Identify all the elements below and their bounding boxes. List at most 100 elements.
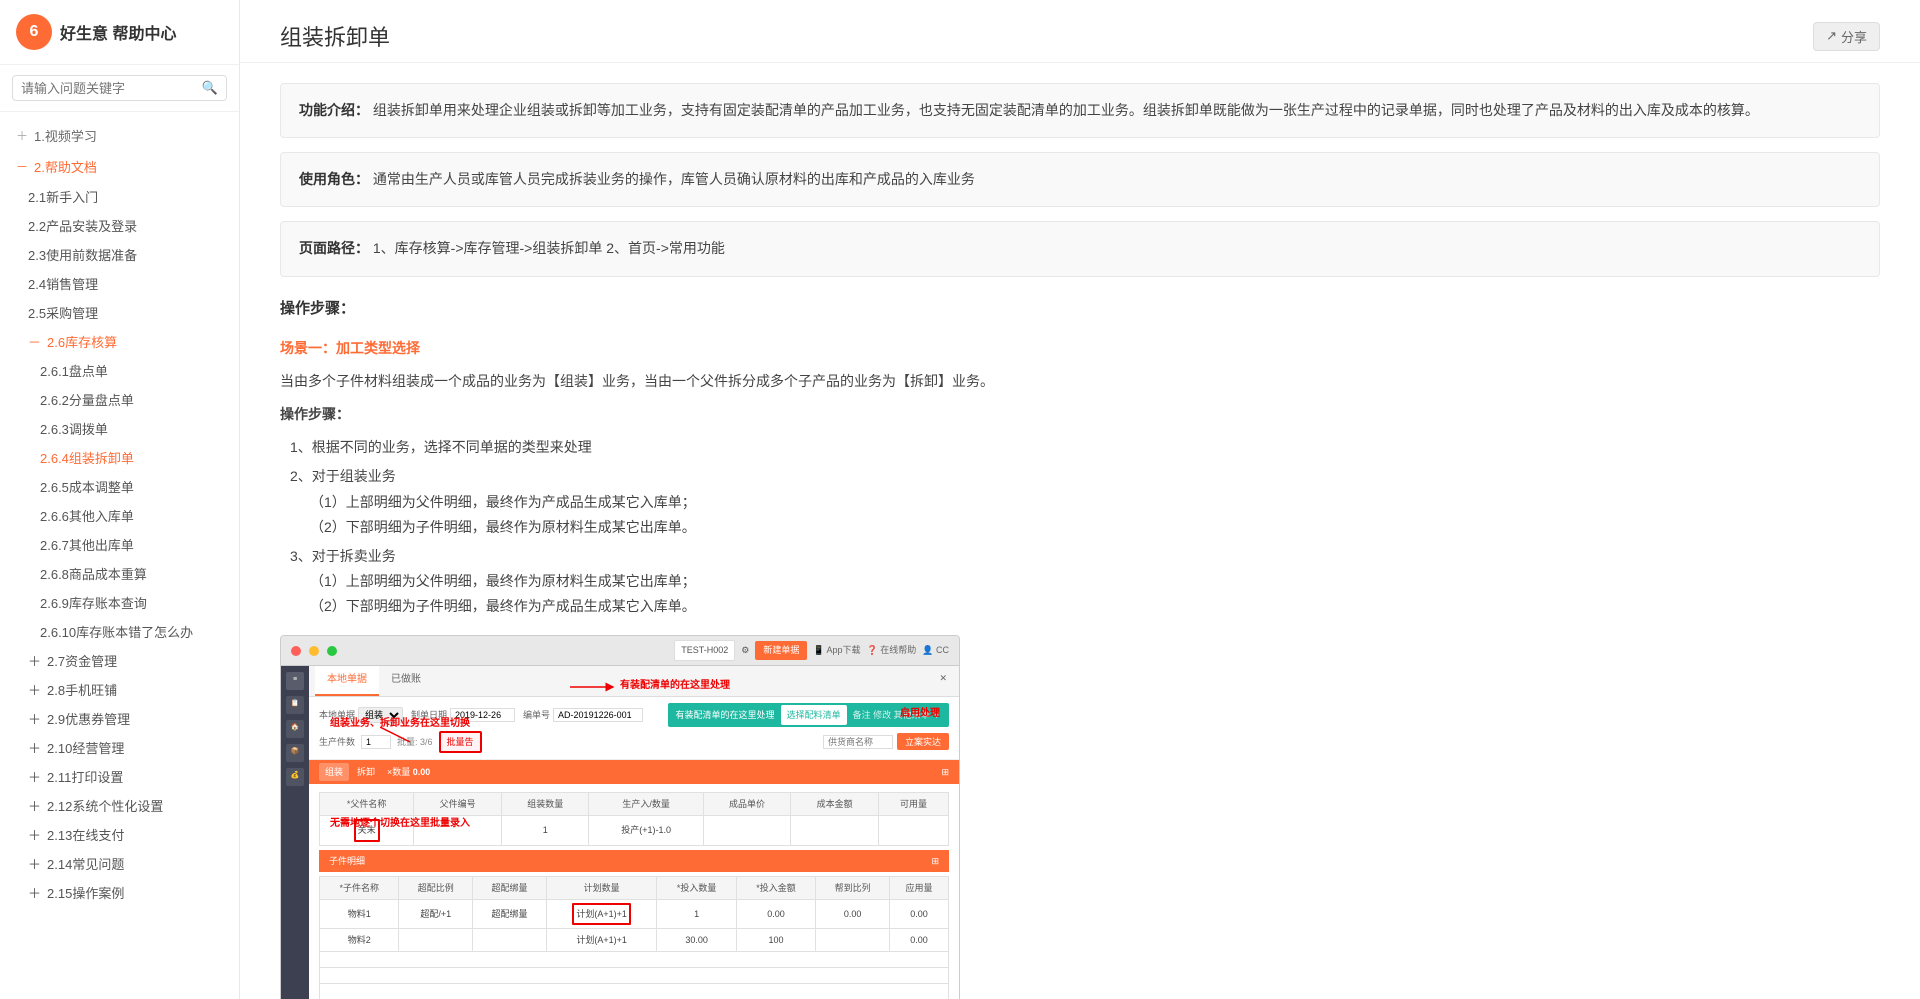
sidebar-item-cases[interactable]: ＋ 2.15操作案例 xyxy=(0,878,239,907)
mock-type-select[interactable]: 组装 拆卸 xyxy=(358,707,403,723)
mock-date-label: 制单日期 xyxy=(411,707,447,723)
mock-right-actions: ⊞ xyxy=(941,764,949,780)
mock-th-cost: 成本金额 xyxy=(791,793,879,816)
mock-tab-close[interactable]: ✕ xyxy=(933,666,953,696)
mock-th-over-ratio: 超配比例 xyxy=(399,876,473,899)
sidebar-item-inv-ledger[interactable]: 2.6.9库存账本查询 xyxy=(0,588,239,617)
sidebar-item-print[interactable]: ＋ 2.11打印设置 xyxy=(0,762,239,791)
sidebar-item-operations[interactable]: ＋ 2.10经营管理 xyxy=(0,733,239,762)
mock-tab-done[interactable]: 已做账 xyxy=(379,666,433,696)
mock-type-hint: ×数量 0.00 xyxy=(387,764,430,780)
search-icon[interactable]: 🔍 xyxy=(202,80,218,96)
plus-icon-5: ＋ xyxy=(28,738,41,757)
sidebar-item-purchase[interactable]: 2.5采购管理 xyxy=(0,298,239,327)
mock-td-name: 关末 xyxy=(320,816,414,845)
sidebar-item-other-in[interactable]: 2.6.6其他入库单 xyxy=(0,501,239,530)
plus-icon: ＋ xyxy=(16,127,28,144)
plus-icon-7: ＋ xyxy=(28,796,41,815)
sidebar-item-mobile[interactable]: ＋ 2.8手机旺铺 xyxy=(0,675,239,704)
sidebar-item-install[interactable]: 2.2产品安装及登录 xyxy=(0,211,239,240)
table-row: 关末 1 投产(+1)-1.0 xyxy=(320,816,949,845)
mock-no-label: 编单号 xyxy=(523,707,550,723)
sidebar-item-stocktake[interactable]: 2.6.1盘点单 xyxy=(0,356,239,385)
mock-no-input[interactable] xyxy=(553,708,643,722)
sidebar-item-sales[interactable]: 2.4销售管理 xyxy=(0,269,239,298)
role-label: 使用角色： xyxy=(299,171,369,187)
sidebar-item-cost-adj[interactable]: 2.6.5成本调整单 xyxy=(0,472,239,501)
sidebar-item-faq[interactable]: ＋ 2.14常见问题 xyxy=(0,849,239,878)
sidebar-item-online-pay[interactable]: ＋ 2.13在线支付 xyxy=(0,820,239,849)
step-2-1: （1）上部明细为父件明细，最终作为产成品生成某它入库单； xyxy=(290,490,1880,515)
mock-th-parent-no: 父件编号 xyxy=(414,793,502,816)
steps-heading: 操作步骤： xyxy=(280,402,1880,427)
share-button[interactable]: ↗ 分享 xyxy=(1813,22,1880,51)
plus-icon-2: ＋ xyxy=(28,651,41,670)
minus-icon-2: － xyxy=(28,332,41,351)
mock-banner-text: 有装配清单的在这里处理 xyxy=(676,707,775,723)
mock-th-child-name: *子件名称 xyxy=(320,876,399,899)
mock-td-assy-qty: 1 xyxy=(501,816,589,845)
table-row: 物料1 超配/+1 超配绑量 计划(A+1)+1 1 0.00 0.00 xyxy=(320,899,949,928)
role-text: 通常由生产人员或库管人员完成拆装业务的操作，库管人员确认原材料的出库和产成品的入… xyxy=(373,171,975,187)
mock-sidebar-icon-3: 🏠 xyxy=(286,720,304,738)
mock-td-prod-qty: 投产(+1)-1.0 xyxy=(589,816,703,845)
mock-child-header: 子件明细 ⊞ xyxy=(319,850,949,872)
sidebar-item-coupon[interactable]: ＋ 2.9优惠券管理 xyxy=(0,704,239,733)
mock-th-prod-qty: 生产入/数量 xyxy=(589,793,703,816)
mock-child-td-over1: 超配/+1 xyxy=(399,899,473,928)
mock-plan1-highlighted: 计划(A+1)+1 xyxy=(572,903,631,925)
plus-icon-3: ＋ xyxy=(28,680,41,699)
page-title: 组装拆卸单 xyxy=(280,20,390,52)
mock-confirm-btn[interactable]: 立案实达 xyxy=(897,733,949,750)
sidebar-item-docs[interactable]: － 2.帮助文档 xyxy=(0,151,239,182)
sidebar-item-finance[interactable]: ＋ 2.7资金管理 xyxy=(0,646,239,675)
scenario-1-desc: 当由多个子件材料组装成一个成品的业务为【组装】业务，当由一个父件拆分成多个子产品… xyxy=(280,369,1880,394)
mock-child-table-area: *子件名称 超配比例 超配绑量 计划数量 *投入数量 *投入金额 帮到比列 应用… xyxy=(309,876,959,999)
mock-type-field: 本地单据 组装 拆卸 xyxy=(319,707,403,723)
step-3-1: （1）上部明细为父件明细，最终作为原材料生成某它出库单； xyxy=(290,569,1880,594)
mock-td-cost xyxy=(791,816,879,845)
mock-new-doc-btn[interactable]: 新建单据 xyxy=(755,641,807,659)
path-label: 页面路径： xyxy=(299,240,369,256)
plus-icon-9: ＋ xyxy=(28,854,41,873)
intro-text: 组装拆卸单用来处理企业组装或拆卸等加工业务，支持有固定装配清单的产品加工业务，也… xyxy=(373,102,1759,118)
mock-qty-highlight: 批量告 xyxy=(439,731,482,753)
mock-app-body: ≡ 📋 🏠 📦 💰 本地单据 已做账 ✕ xyxy=(281,666,959,999)
mock-child-expand[interactable]: ⊞ xyxy=(931,853,939,869)
mock-banner-btn[interactable]: 选择配料清单 xyxy=(781,705,847,725)
sidebar-item-beginner[interactable]: 2.1新手入门 xyxy=(0,182,239,211)
mock-child-td-bind2 xyxy=(473,929,547,952)
mock-parent-table-area: *父件名称 父件编号 组装数量 生产入/数量 成品单价 成本金额 可用量 xyxy=(309,784,959,849)
sidebar-item-other-out[interactable]: 2.6.7其他出库单 xyxy=(0,530,239,559)
mock-th-over-bind-qty: 超配绑量 xyxy=(473,876,547,899)
mock-child-td-bind1: 超配绑量 xyxy=(473,899,547,928)
path-text: 1、库存核算->库存管理->组装拆卸单 2、首页->常用功能 xyxy=(373,240,725,256)
mock-qty-label: 生产件数 xyxy=(319,734,355,750)
sidebar-item-system[interactable]: ＋ 2.12系统个性化设置 xyxy=(0,791,239,820)
step-2-2: （2）下部明细为子件明细，最终作为原材料生成某它出库单。 xyxy=(290,515,1880,540)
mock-action-expand[interactable]: ⊞ xyxy=(941,764,949,780)
sidebar-item-data-prep[interactable]: 2.3使用前数据准备 xyxy=(0,240,239,269)
search-input[interactable] xyxy=(21,81,202,96)
sidebar-item-inventory[interactable]: － 2.6库存核算 xyxy=(0,327,239,356)
sidebar-item-cost-recalc[interactable]: 2.6.8商品成本重算 xyxy=(0,559,239,588)
info-block-intro: 功能介绍： 组装拆卸单用来处理企业组装或拆卸等加工业务，支持有固定装配清单的产品… xyxy=(280,83,1880,138)
content-area: 功能介绍： 组装拆卸单用来处理企业组装或拆卸等加工业务，支持有固定装配清单的产品… xyxy=(240,63,1920,999)
mock-row2: 生产件数 批量: 3/6 批量告 立案实达 xyxy=(319,731,949,753)
sidebar-item-partial-stocktake[interactable]: 2.6.2分量盘点单 xyxy=(0,385,239,414)
mock-type-assembly[interactable]: 组装 xyxy=(319,763,349,781)
mock-date-input[interactable] xyxy=(450,708,515,722)
mock-qty-input[interactable] xyxy=(361,735,391,749)
table-row xyxy=(320,952,949,968)
mock-sidebar-icon-4: 📦 xyxy=(286,744,304,762)
sidebar-item-transfer[interactable]: 2.6.3调拨单 xyxy=(0,414,239,443)
mock-th-unit-price: 成品单价 xyxy=(703,793,791,816)
mock-th-help-ratio: 帮到比列 xyxy=(816,876,890,899)
mock-type-disassembly[interactable]: 拆卸 xyxy=(357,764,375,780)
sidebar-item-videos[interactable]: ＋ 1.视频学习 xyxy=(0,120,239,151)
mock-tab-local[interactable]: 本地单据 xyxy=(315,666,379,696)
mock-td-no xyxy=(414,816,502,845)
mock-supplier-input[interactable] xyxy=(823,735,893,749)
sidebar-item-assembly[interactable]: 2.6.4组装拆卸单 xyxy=(0,443,239,472)
sidebar-item-inv-error[interactable]: 2.6.10库存账本错了怎么办 xyxy=(0,617,239,646)
